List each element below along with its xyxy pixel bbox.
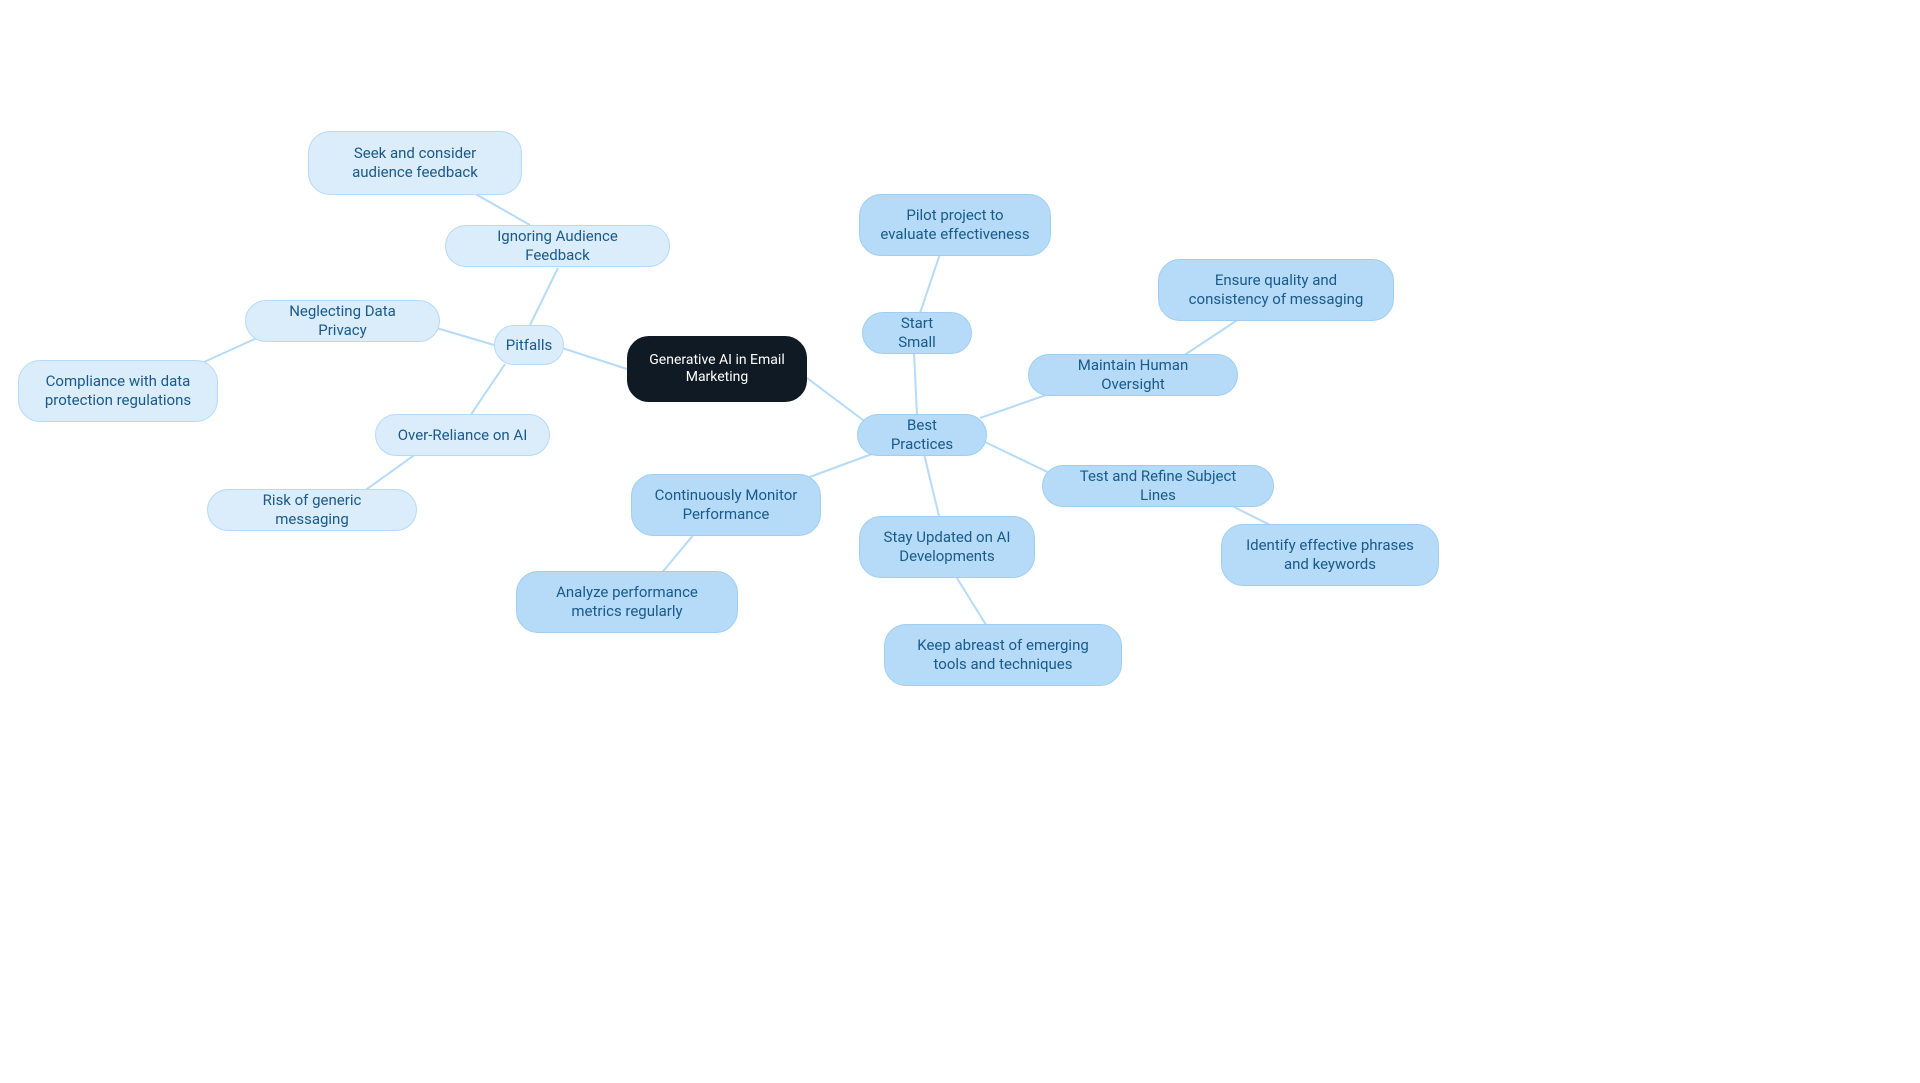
node-label: Ensure quality and consistency of messag… (1177, 271, 1375, 309)
bp-monitor-performance[interactable]: Continuously Monitor Performance (631, 474, 821, 536)
node-label: Ignoring Audience Feedback (464, 227, 651, 265)
bp-test-refine[interactable]: Test and Refine Subject Lines (1042, 465, 1274, 507)
pitfall-data-privacy[interactable]: Neglecting Data Privacy (245, 300, 440, 342)
best-practices-node[interactable]: Best Practices (857, 414, 987, 456)
pitfalls-node[interactable]: Pitfalls (494, 325, 564, 365)
node-label: Seek and consider audience feedback (327, 144, 503, 182)
mindmap-canvas: Generative AI in Email Marketing Pitfall… (0, 0, 1920, 1083)
leaf-compliance[interactable]: Compliance with data protection regulati… (18, 360, 218, 422)
leaf-identify-phrases[interactable]: Identify effective phrases and keywords (1221, 524, 1439, 586)
leaf-ensure-quality[interactable]: Ensure quality and consistency of messag… (1158, 259, 1394, 321)
leaf-pilot-project[interactable]: Pilot project to evaluate effectiveness (859, 194, 1051, 256)
node-label: Risk of generic messaging (226, 491, 398, 529)
node-label: Maintain Human Oversight (1047, 356, 1219, 394)
pitfall-over-reliance[interactable]: Over-Reliance on AI (375, 414, 550, 456)
node-label: Neglecting Data Privacy (264, 302, 421, 340)
leaf-keep-abreast[interactable]: Keep abreast of emerging tools and techn… (884, 624, 1122, 686)
node-label: Analyze performance metrics regularly (535, 583, 719, 621)
leaf-analyze-metrics[interactable]: Analyze performance metrics regularly (516, 571, 738, 633)
node-label: Pilot project to evaluate effectiveness (878, 206, 1032, 244)
root-label: Generative AI in Email Marketing (646, 352, 788, 387)
bp-start-small[interactable]: Start Small (862, 312, 972, 354)
leaf-seek-feedback[interactable]: Seek and consider audience feedback (308, 131, 522, 195)
root-node[interactable]: Generative AI in Email Marketing (627, 336, 807, 402)
node-label: Compliance with data protection regulati… (37, 372, 199, 410)
node-label: Start Small (881, 314, 953, 352)
node-label: Identify effective phrases and keywords (1240, 536, 1420, 574)
node-label: Test and Refine Subject Lines (1061, 467, 1255, 505)
bp-human-oversight[interactable]: Maintain Human Oversight (1028, 354, 1238, 396)
pitfalls-label: Pitfalls (506, 336, 552, 355)
node-label: Over-Reliance on AI (398, 426, 528, 445)
bp-stay-updated[interactable]: Stay Updated on AI Developments (859, 516, 1035, 578)
leaf-generic-messaging[interactable]: Risk of generic messaging (207, 489, 417, 531)
pitfall-ignoring-feedback[interactable]: Ignoring Audience Feedback (445, 225, 670, 267)
node-label: Continuously Monitor Performance (650, 486, 802, 524)
best-practices-label: Best Practices (876, 416, 968, 454)
node-label: Stay Updated on AI Developments (878, 528, 1016, 566)
node-label: Keep abreast of emerging tools and techn… (903, 636, 1103, 674)
